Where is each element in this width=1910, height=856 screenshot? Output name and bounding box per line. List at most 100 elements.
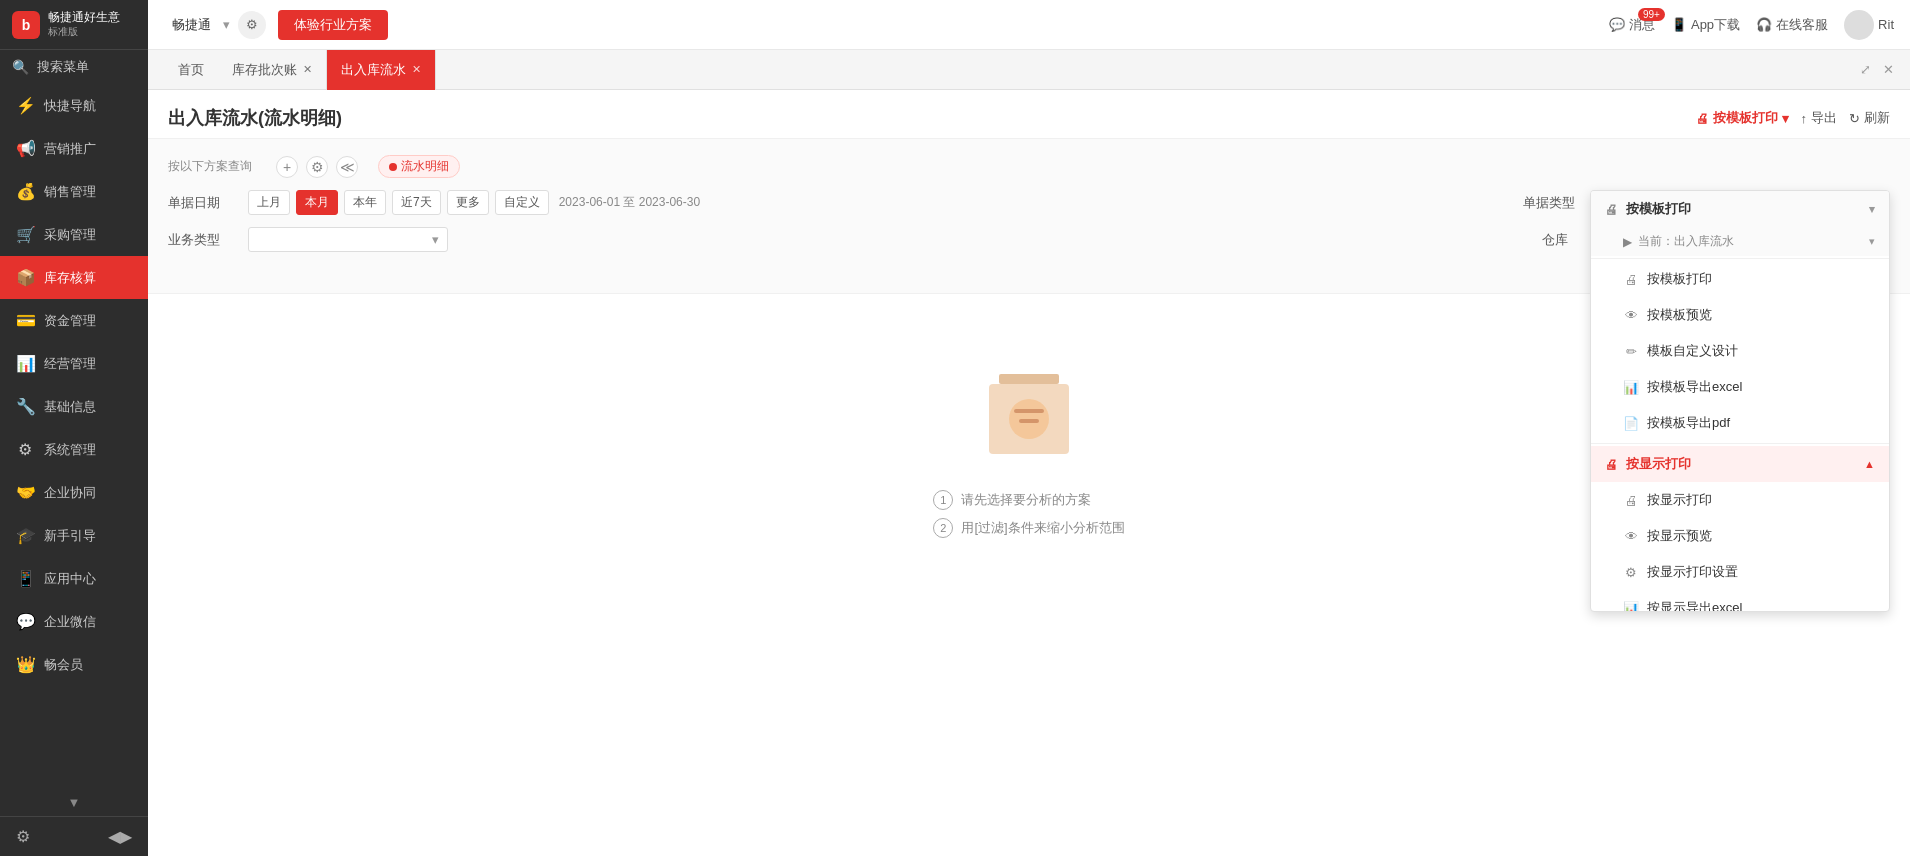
export-btn[interactable]: ↑ 导出 [1801, 109, 1838, 127]
sidebar-item-system[interactable]: ⚙ 系统管理 [0, 428, 148, 471]
user-avatar-area[interactable]: Rit [1844, 10, 1894, 40]
sidebar-item-appstore[interactable]: 📱 应用中心 [0, 557, 148, 600]
tabs-bar: 首页 库存批次账 ✕ 出入库流水 ✕ ⤢ ✕ [148, 50, 1910, 90]
panel-item-template-export-excel[interactable]: 📊 按模板导出excel [1591, 369, 1889, 405]
sidebar-item-finance[interactable]: 💳 资金管理 [0, 299, 148, 342]
panel-item-display-print[interactable]: 🖨 按显示打印 [1591, 482, 1889, 518]
date-range-display: 2023-06-01 至 2023-06-30 [559, 194, 700, 211]
sidebar-scroll-down[interactable]: ▼ [0, 789, 148, 816]
sidebar-item-marketing[interactable]: 📢 营销推广 [0, 127, 148, 170]
date-label: 单据日期 [168, 194, 228, 212]
type-label: 单据类型 [1523, 194, 1583, 212]
enterprise-icon: 🤝 [16, 483, 34, 502]
tab-home[interactable]: 首页 [164, 50, 218, 90]
tab-close-stock-flow[interactable]: ✕ [412, 63, 421, 76]
refresh-btn[interactable]: ↻ 刷新 [1849, 109, 1890, 127]
filter-tag-dot [389, 163, 397, 171]
display-excel-icon: 📊 [1623, 601, 1639, 612]
tab-inventory-batch[interactable]: 库存批次账 ✕ [218, 50, 327, 90]
template-preview-icon: 👁 [1623, 308, 1639, 323]
user-dropdown-arrow[interactable]: ▾ [223, 17, 230, 32]
panel-item-template-print[interactable]: 🖨 按模板打印 [1591, 261, 1889, 297]
date-btn-7-days[interactable]: 近7天 [392, 190, 441, 215]
sidebar-settings-icon[interactable]: ⚙ [16, 827, 30, 846]
sidebar-item-guide[interactable]: 🎓 新手引导 [0, 514, 148, 557]
template-pdf-icon: 📄 [1623, 416, 1639, 431]
panel-print-icon: 🖨 [1605, 202, 1618, 217]
date-btn-more[interactable]: 更多 [447, 190, 489, 215]
main-area: 畅捷通 ▾ ⚙ 体验行业方案 💬 消息 99+ 📱 App下载 🎧 [148, 0, 1910, 856]
sidebar-item-sales[interactable]: 💰 销售管理 [0, 170, 148, 213]
filter-settings-button[interactable]: ⚙ [306, 156, 328, 178]
svg-rect-4 [1019, 419, 1039, 423]
user-display-name: Rit [1878, 17, 1894, 32]
topbar: 畅捷通 ▾ ⚙ 体验行业方案 💬 消息 99+ 📱 App下载 🎧 [148, 0, 1910, 50]
logo-icon: b [12, 11, 40, 39]
panel-divider-1 [1591, 258, 1889, 259]
app-download-icon: 📱 [1671, 17, 1687, 32]
panel-item-display-print-settings[interactable]: ⚙ 按显示打印设置 [1591, 554, 1889, 590]
sidebar-item-basic[interactable]: 🔧 基础信息 [0, 385, 148, 428]
message-badge: 99+ [1638, 8, 1665, 21]
headset-icon: 🎧 [1756, 17, 1772, 32]
print-template-btn[interactable]: 🖨 按模板打印 ▾ [1696, 109, 1789, 127]
sales-icon: 💰 [16, 182, 34, 201]
business-label: 业务类型 [168, 231, 228, 249]
panel-section-display[interactable]: 🖨 按显示打印 ▲ [1591, 446, 1889, 482]
date-btn-last-month[interactable]: 上月 [248, 190, 290, 215]
trial-btn[interactable]: 体验行业方案 [278, 10, 388, 40]
date-btn-this-month[interactable]: 本月 [296, 190, 338, 215]
topbar-left: 畅捷通 ▾ ⚙ 体验行业方案 [164, 10, 1609, 40]
panel-divider-2 [1591, 443, 1889, 444]
sidebar-item-member[interactable]: 👑 畅会员 [0, 643, 148, 686]
panel-item-template-custom[interactable]: ✏ 模板自定义设计 [1591, 333, 1889, 369]
panel-current-item[interactable]: ▶ 当前：出入库流水 ▾ [1591, 227, 1889, 256]
panel-item-display-export-excel[interactable]: 📊 按显示导出excel [1591, 590, 1889, 611]
tab-stock-flow[interactable]: 出入库流水 ✕ [327, 50, 436, 90]
app-download-label: App下载 [1691, 16, 1740, 34]
sidebar-collapse-icon[interactable]: ◀▶ [108, 827, 132, 846]
sidebar-item-enterprise[interactable]: 🤝 企业协同 [0, 471, 148, 514]
sidebar: b 畅捷通好生意 标准版 🔍 搜索菜单 ⚡ 快捷导航 📢 营销推广 💰 销售管理 [0, 0, 148, 856]
topbar-gear-button[interactable]: ⚙ [238, 11, 266, 39]
inventory-icon: 📦 [16, 268, 34, 287]
printer-icon: 🖨 [1696, 111, 1709, 126]
filter-tag-shuimingxi[interactable]: 流水明细 [378, 155, 460, 178]
sidebar-item-wechat[interactable]: 💬 企业微信 [0, 600, 148, 643]
guide-icon: 🎓 [16, 526, 34, 545]
empty-state-steps: 1 请先选择要分析的方案 2 用[过滤]条件来缩小分析范围 [933, 490, 1124, 538]
operations-icon: 📊 [16, 354, 34, 373]
template-custom-icon: ✏ [1623, 344, 1639, 359]
tab-close-inventory-batch[interactable]: ✕ [303, 63, 312, 76]
step-num-2: 2 [933, 518, 953, 538]
purchase-icon: 🛒 [16, 225, 34, 244]
panel-item-template-preview[interactable]: 👁 按模板预览 [1591, 297, 1889, 333]
online-service-button[interactable]: 🎧 在线客服 [1756, 16, 1828, 34]
business-select-arrow-icon: ▾ [432, 232, 439, 247]
date-btn-this-year[interactable]: 本年 [344, 190, 386, 215]
filter-add-button[interactable]: + [276, 156, 298, 178]
content-area: 出入库流水(流水明细) 🖨 按模板打印 ▾ ↑ 导出 ↻ 刷新 [148, 90, 1910, 856]
panel-header-template[interactable]: 🖨 按模板打印 ▾ [1591, 191, 1889, 227]
sidebar-item-quick-nav[interactable]: ⚡ 快捷导航 [0, 84, 148, 127]
refresh-icon: ↻ [1849, 111, 1860, 126]
message-icon: 💬 [1609, 17, 1625, 32]
empty-step-2: 2 用[过滤]条件来缩小分析范围 [933, 518, 1124, 538]
panel-item-template-export-pdf[interactable]: 📄 按模板导出pdf [1591, 405, 1889, 441]
template-excel-icon: 📊 [1623, 380, 1639, 395]
messages-button[interactable]: 💬 消息 99+ [1609, 16, 1655, 34]
business-select[interactable]: ▾ [248, 227, 448, 252]
search-menu[interactable]: 🔍 搜索菜单 [0, 50, 148, 84]
date-options: 上月 本月 本年 近7天 更多 自定义 2023-06-01 至 2023-06… [248, 190, 700, 215]
panel-item-display-preview[interactable]: 👁 按显示预览 [1591, 518, 1889, 554]
sidebar-item-operations[interactable]: 📊 经营管理 [0, 342, 148, 385]
sidebar-item-purchase[interactable]: 🛒 采购管理 [0, 213, 148, 256]
date-btn-custom[interactable]: 自定义 [495, 190, 549, 215]
expand-icon: ⤢ [1860, 62, 1871, 77]
filter-collapse-btn[interactable]: ≪ [336, 156, 358, 178]
app-download-button[interactable]: 📱 App下载 [1671, 16, 1740, 34]
avatar [1844, 10, 1874, 40]
sidebar-footer: ⚙ ◀▶ [0, 816, 148, 856]
tab-expand-button[interactable]: ⤢ ✕ [1860, 62, 1894, 77]
sidebar-item-inventory[interactable]: 📦 库存核算 [0, 256, 148, 299]
